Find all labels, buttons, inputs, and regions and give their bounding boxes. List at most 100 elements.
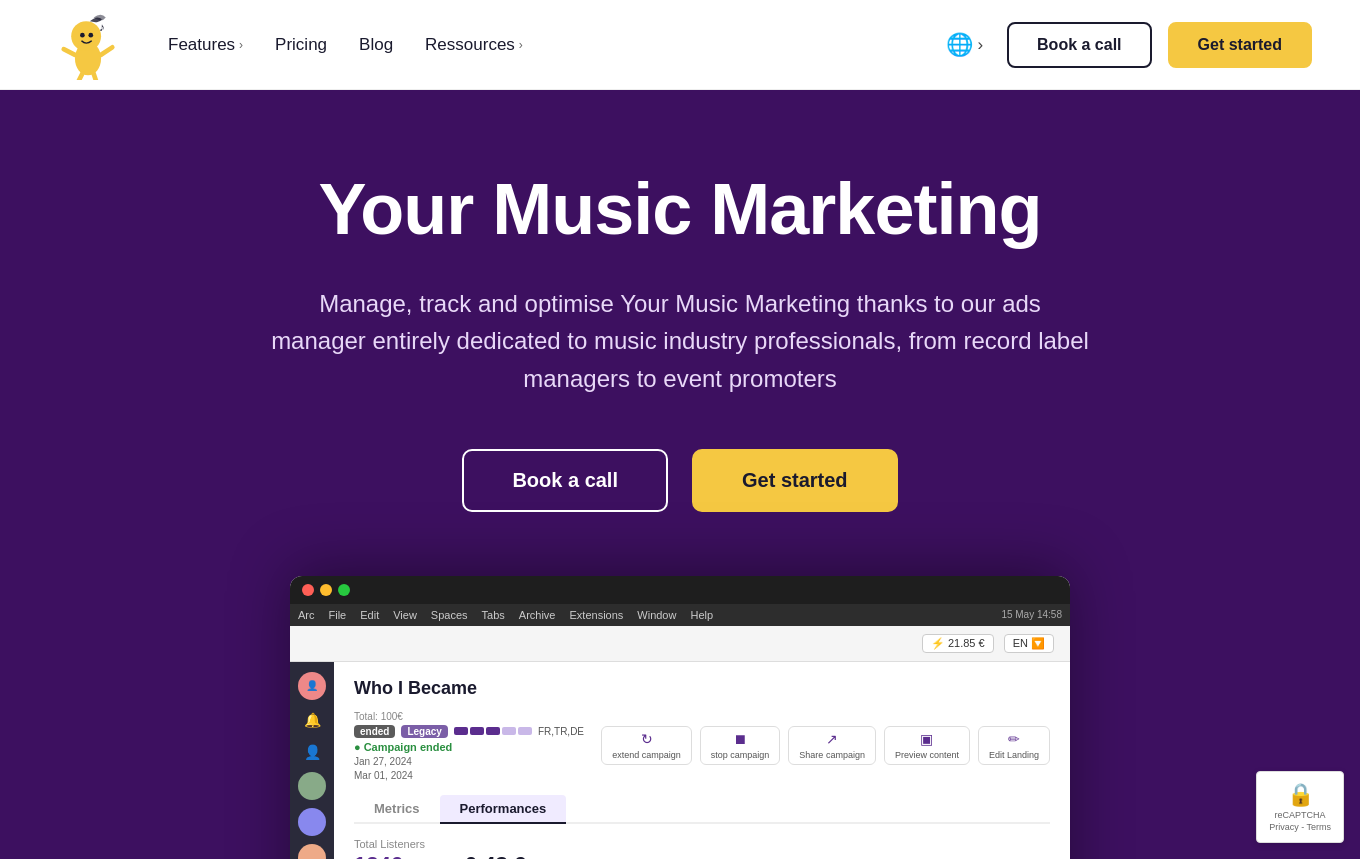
hero-section: Your Music Marketing Manage, track and o… [0,90,1360,859]
metrics-row: Total Listeners 1246 0.43 € [354,838,1050,859]
badge-ended: ended [354,725,395,738]
svg-line-5 [101,47,112,54]
hero-title: Your Music Marketing [319,170,1042,249]
navbar-right: 🌐 › Book a call Get started [938,22,1312,68]
progress-seg-3 [486,727,500,735]
menu-extensions: Extensions [570,609,624,621]
menu-window: Window [637,609,676,621]
lang-badge: EN 🔽 [1004,634,1054,653]
preview-icon: ▣ [920,731,933,747]
svg-point-2 [80,32,85,37]
book-call-button-hero[interactable]: Book a call [462,449,668,512]
campaign-actions: ↻ extend campaign ⏹ stop campaign ↗ Shar… [601,726,1050,765]
listeners-value: 1246 [354,852,425,859]
campaign-end-date: Mar 01, 2024 [354,770,584,781]
svg-text:♪: ♪ [99,20,105,32]
share-icon: ↗ [826,731,838,747]
hero-subtitle: Manage, track and optimise Your Music Ma… [270,285,1090,397]
share-campaign-button[interactable]: ↗ Share campaign [788,726,876,765]
nav-features[interactable]: Features › [168,35,243,55]
sidebar-icon-user: 👤 [298,738,326,766]
topbar-cost: 21.85 € [948,637,985,649]
language-chevron-icon: › [977,35,983,55]
get-started-button-nav[interactable]: Get started [1168,22,1312,68]
sidebar-avatar-1: 👤 [298,672,326,700]
sidebar-avatar-3 [298,808,326,836]
stop-campaign-button[interactable]: ⏹ stop campaign [700,726,781,765]
listeners-label: Total Listeners [354,838,425,850]
recaptcha-sub: Privacy - Terms [1269,822,1331,832]
progress-seg-4 [502,727,516,735]
extend-label: extend campaign [612,750,681,760]
logo-icon: ♪ [48,10,128,80]
progress-bars [454,727,532,735]
app-content: 👤 🔔 👤 Who I Became Total: 100€ ended [290,662,1070,859]
svg-line-6 [77,73,83,80]
ressources-label: Ressources [425,35,515,55]
book-call-button-nav[interactable]: Book a call [1007,22,1151,68]
hero-buttons: Book a call Get started [462,449,897,512]
app-main: Who I Became Total: 100€ ended Legacy [334,662,1070,859]
progress-seg-2 [470,727,484,735]
cost-value: 0.43 € [465,852,526,859]
menu-archive: Archive [519,609,556,621]
svg-line-7 [94,73,98,80]
app-sidebar: 👤 🔔 👤 [290,662,334,859]
recaptcha-badge: 🔒 reCAPTCHA Privacy - Terms [1256,771,1344,843]
mac-menubar: Arc File Edit View Spaces Tabs Archive E… [290,604,1070,626]
svg-line-4 [64,49,75,55]
get-started-button-hero[interactable]: Get started [692,449,898,512]
menu-file: File [329,609,347,621]
mac-maximize-dot [338,584,350,596]
navbar-left: ♪ Features › Pricing Blog Ressources › [48,10,523,80]
language-button[interactable]: 🌐 › [938,26,991,64]
nav-links: Features › Pricing Blog Ressources › [168,35,523,55]
campaign-flags: FR,TR,DE [538,726,584,737]
menu-edit: Edit [360,609,379,621]
blog-label: Blog [359,35,393,55]
campaign-status: ● Campaign ended [354,741,584,753]
campaign-end: Mar 01, 2024 [354,770,413,781]
extend-icon: ↻ [641,731,653,747]
nav-pricing[interactable]: Pricing [275,35,327,55]
navbar: ♪ Features › Pricing Blog Ressources › 🌐… [0,0,1360,90]
app-screenshot: Arc File Edit View Spaces Tabs Archive E… [290,576,1070,859]
sidebar-avatar-4 [298,844,326,859]
nav-blog[interactable]: Blog [359,35,393,55]
menu-help: Help [690,609,713,621]
preview-label: Preview content [895,750,959,760]
tab-metrics[interactable]: Metrics [354,795,440,824]
globe-icon: 🌐 [946,32,973,58]
edit-icon: ✏ [1008,731,1020,747]
recaptcha-icon: 🔒 [1287,782,1314,808]
nav-ressources[interactable]: Ressources › [425,35,523,55]
share-label: Share campaign [799,750,865,760]
mac-minimize-dot [320,584,332,596]
mac-time: 15 May 14:58 [1001,609,1062,620]
sidebar-icon-notifications: 🔔 [298,706,326,734]
ressources-chevron-icon: › [519,38,523,52]
features-label: Features [168,35,235,55]
pricing-label: Pricing [275,35,327,55]
tab-performances[interactable]: Performances [440,795,567,824]
mac-close-dot [302,584,314,596]
menu-arc: Arc [298,609,315,621]
app-topbar: ⚡ 21.85 € EN 🔽 [290,626,1070,662]
features-chevron-icon: › [239,38,243,52]
metric-listeners: Total Listeners 1246 [354,838,425,859]
logo[interactable]: ♪ [48,10,128,80]
landing-label: Edit Landing [989,750,1039,760]
progress-seg-1 [454,727,468,735]
preview-content-button[interactable]: ▣ Preview content [884,726,970,765]
cost-badge: ⚡ 21.85 € [922,634,994,653]
campaign-row: Total: 100€ ended Legacy FR,TR [354,711,1050,781]
svg-point-3 [88,32,93,37]
recaptcha-label: reCAPTCHA [1275,810,1326,820]
campaign-status-label: Campaign ended [364,741,453,753]
campaign-title: Who I Became [354,678,1050,699]
progress-seg-5 [518,727,532,735]
edit-landing-button[interactable]: ✏ Edit Landing [978,726,1050,765]
sidebar-avatar-2 [298,772,326,800]
mac-titlebar [290,576,1070,604]
extend-campaign-button[interactable]: ↻ extend campaign [601,726,692,765]
